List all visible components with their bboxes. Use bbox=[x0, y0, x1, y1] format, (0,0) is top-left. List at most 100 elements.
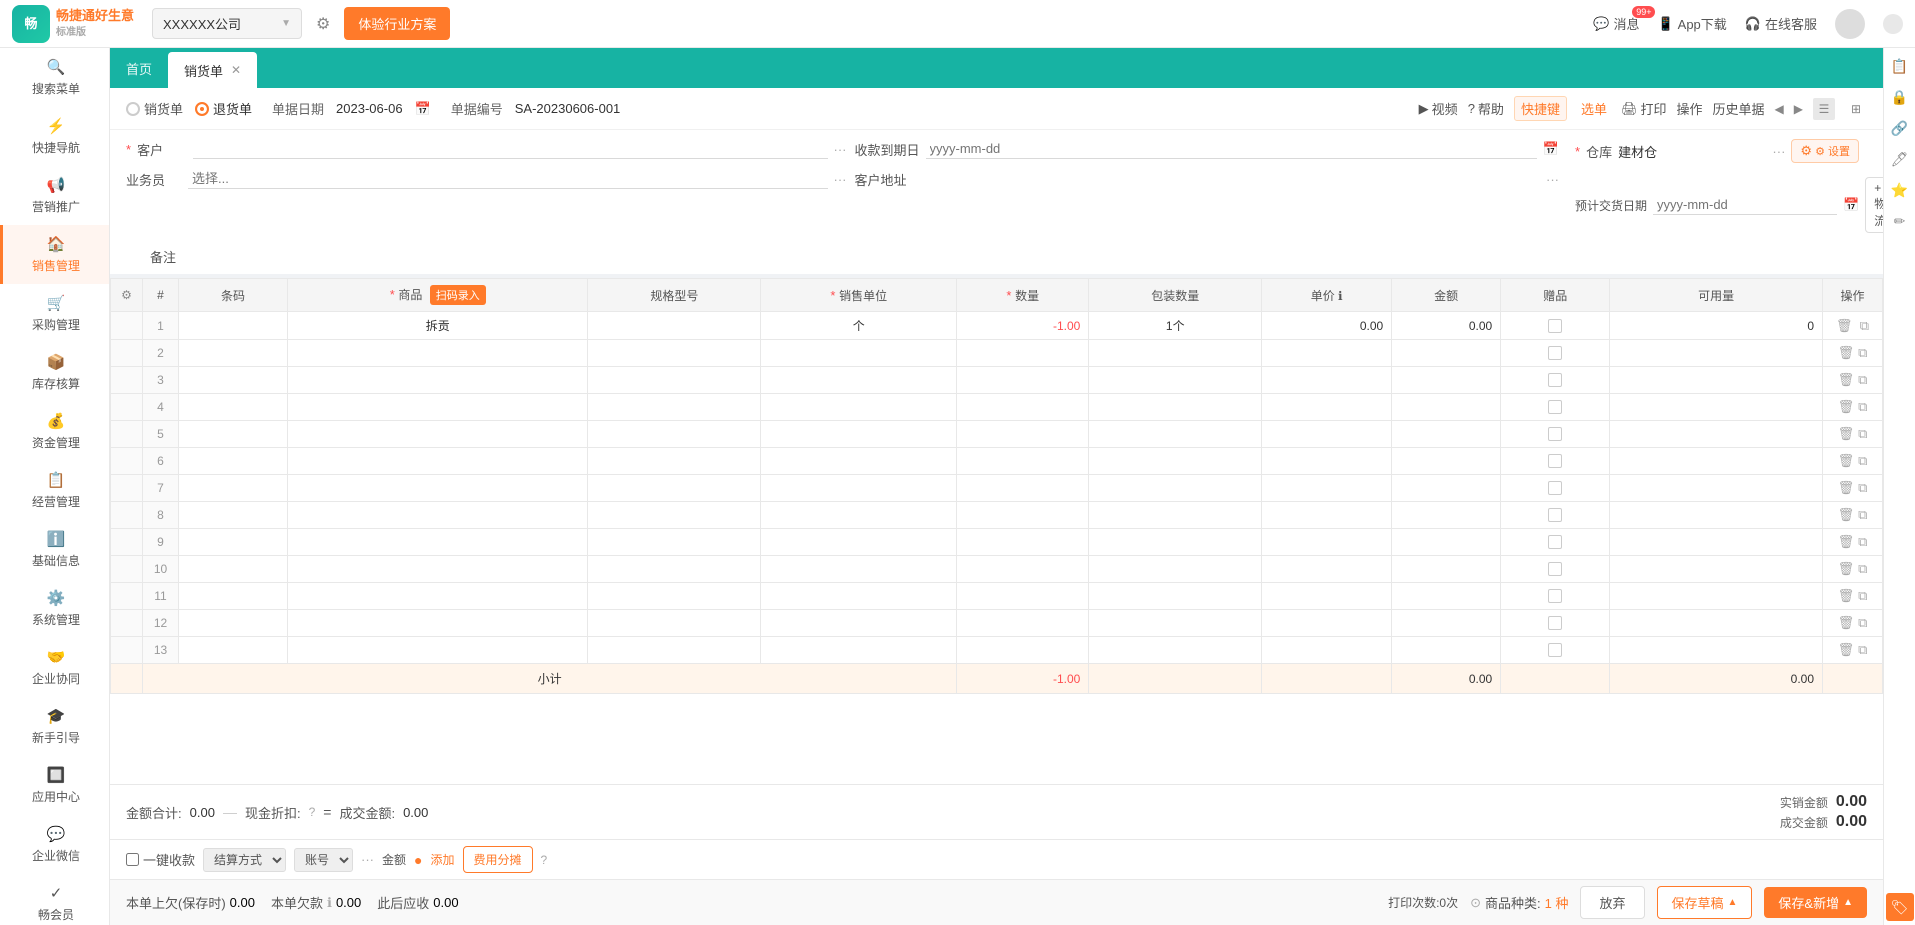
copy-btn[interactable]: ⧉ bbox=[1858, 372, 1867, 387]
delete-btn[interactable]: 🗑 bbox=[1838, 561, 1855, 576]
scan-btn[interactable]: 扫码录入 bbox=[430, 285, 486, 305]
app-download-btn[interactable]: 📱 App下载 bbox=[1657, 14, 1726, 33]
calendar-icon[interactable]: 📅 bbox=[415, 101, 431, 117]
copy-btn[interactable]: ⧉ bbox=[1858, 588, 1867, 603]
copy-btn[interactable]: ⧉ bbox=[1858, 345, 1867, 360]
right-icon-lock[interactable]: 🔒 bbox=[1886, 83, 1914, 111]
company-selector[interactable]: XXXXXX公司 ▼ bbox=[152, 8, 302, 39]
tab-home[interactable]: 首页 bbox=[110, 48, 168, 88]
sidebar-item-basic[interactable]: ℹ️ 基础信息 bbox=[0, 520, 109, 579]
row-product[interactable]: 拆贡 bbox=[288, 312, 588, 340]
delete-btn[interactable]: 🗑 bbox=[1838, 534, 1855, 549]
discard-button[interactable]: 放弃 bbox=[1580, 886, 1644, 919]
trial-button[interactable]: 体验行业方案 bbox=[344, 7, 450, 40]
sidebar-item-management[interactable]: 📋 经营管理 bbox=[0, 461, 109, 520]
customer-dots[interactable]: ··· bbox=[834, 142, 847, 157]
nav-prev-btn[interactable]: ◀ bbox=[1775, 102, 1784, 116]
row-price[interactable]: 0.00 bbox=[1262, 312, 1392, 340]
settings-btn[interactable]: ⚙ ⚙ 设置 bbox=[1791, 139, 1859, 163]
sidebar-item-sales[interactable]: 🏠 销售管理 bbox=[0, 225, 109, 284]
gift-checkbox[interactable] bbox=[1548, 319, 1562, 333]
sidebar-item-marketing[interactable]: 📢 营销推广 bbox=[0, 166, 109, 225]
sidebar-item-collab[interactable]: 🤝 企业协同 bbox=[0, 638, 109, 697]
row-pkg-qty[interactable]: 1个 bbox=[1089, 312, 1262, 340]
select-btn[interactable]: 选单 bbox=[1577, 97, 1611, 120]
settings-icon-btn[interactable]: ⚙ bbox=[312, 10, 334, 38]
nav-next-btn[interactable]: ▶ bbox=[1794, 102, 1803, 116]
message-btn[interactable]: 💬 消息 99+ bbox=[1593, 14, 1639, 33]
print-btn[interactable]: 🖨 打印 bbox=[1621, 99, 1667, 118]
view-list-btn[interactable]: ☰ bbox=[1813, 98, 1835, 120]
account-select[interactable]: 账号 bbox=[294, 848, 353, 872]
delete-btn[interactable]: 🗑 bbox=[1838, 372, 1855, 387]
expense-btn[interactable]: 费用分摊 bbox=[463, 846, 533, 873]
delete-btn[interactable]: 🗑 bbox=[1838, 507, 1855, 522]
delete-btn[interactable]: 🗑 bbox=[1836, 318, 1853, 333]
radio-return[interactable]: 退货单 bbox=[195, 99, 252, 118]
copy-btn[interactable]: ⧉ bbox=[1858, 561, 1867, 576]
customer-addr-input[interactable] bbox=[913, 169, 1540, 189]
logistics-btn[interactable]: + 物流 bbox=[1865, 177, 1883, 233]
copy-btn[interactable]: ⧉ bbox=[1858, 507, 1867, 522]
copy-btn[interactable]: ⧉ bbox=[1860, 318, 1869, 333]
operate-btn[interactable]: 操作 bbox=[1677, 99, 1703, 118]
copy-btn[interactable]: ⧉ bbox=[1858, 642, 1867, 657]
one-click-checkbox[interactable] bbox=[126, 853, 139, 866]
delete-btn[interactable]: 🗑 bbox=[1838, 399, 1855, 414]
row-qty[interactable]: -1.00 bbox=[957, 312, 1089, 340]
delete-btn[interactable]: 🗑 bbox=[1838, 480, 1855, 495]
save-new-button[interactable]: 保存&新增 ▲ bbox=[1764, 887, 1867, 918]
copy-btn[interactable]: ⧉ bbox=[1858, 480, 1867, 495]
sidebar-item-finance[interactable]: 💰 资金管理 bbox=[0, 402, 109, 461]
due-date-input[interactable] bbox=[926, 139, 1537, 159]
tab-close-icon[interactable]: ✕ bbox=[231, 63, 241, 77]
sidebar-item-inventory[interactable]: 📦 库存核算 bbox=[0, 343, 109, 402]
sidebar-item-member[interactable]: ✓ 畅会员 bbox=[0, 874, 109, 925]
copy-btn[interactable]: ⧉ bbox=[1858, 453, 1867, 468]
sidebar-item-purchase[interactable]: 🛒 采购管理 bbox=[0, 284, 109, 343]
copy-btn[interactable]: ⧉ bbox=[1858, 399, 1867, 414]
cash-discount-help[interactable]: ? bbox=[309, 805, 316, 819]
customer-addr-dots[interactable]: ··· bbox=[1546, 172, 1559, 187]
expected-date-input[interactable] bbox=[1653, 195, 1837, 215]
copy-btn[interactable]: ⧉ bbox=[1858, 534, 1867, 549]
account-dots[interactable]: ··· bbox=[361, 852, 374, 867]
sidebar-item-quick[interactable]: ⚡ 快捷导航 bbox=[0, 107, 109, 166]
row-spec[interactable] bbox=[588, 312, 761, 340]
settle-method-select[interactable]: 结算方式 bbox=[203, 848, 286, 872]
radio-sale[interactable]: 销货单 bbox=[126, 99, 183, 118]
right-icon-orange[interactable]: 🏷 bbox=[1886, 893, 1914, 921]
total-owe-info[interactable]: ℹ bbox=[327, 895, 332, 911]
delete-btn[interactable]: 🗑 bbox=[1838, 426, 1855, 441]
right-icon-star[interactable]: ⭐ bbox=[1886, 176, 1914, 204]
right-icon-edit[interactable]: 🖊 bbox=[1886, 145, 1914, 173]
warehouse-dots[interactable]: ··· bbox=[1772, 144, 1785, 159]
due-date-calendar[interactable]: 📅 bbox=[1543, 141, 1559, 157]
sidebar-item-wechat[interactable]: 💬 企业微信 bbox=[0, 815, 109, 874]
one-click-pay[interactable]: 一键收款 bbox=[126, 850, 195, 869]
delete-btn[interactable]: 🗑 bbox=[1838, 642, 1855, 657]
sidebar-item-system[interactable]: ⚙️ 系统管理 bbox=[0, 579, 109, 638]
th-gear[interactable]: ⚙ bbox=[111, 279, 143, 312]
notes-input[interactable] bbox=[182, 246, 1867, 266]
right-icon-clipboard[interactable]: 📋 bbox=[1886, 52, 1914, 80]
sidebar-item-guide[interactable]: 🎓 新手引导 bbox=[0, 697, 109, 756]
row-unit[interactable]: 个 bbox=[761, 312, 957, 340]
right-icon-link[interactable]: 🔗 bbox=[1886, 114, 1914, 142]
view-grid-btn[interactable]: ⊞ bbox=[1845, 98, 1867, 120]
add-btn[interactable]: 添加 bbox=[431, 851, 455, 868]
video-btn[interactable]: ▶ 视频 bbox=[1419, 99, 1458, 118]
avatar-more[interactable] bbox=[1883, 14, 1903, 34]
salesperson-input[interactable] bbox=[188, 169, 828, 189]
delete-btn[interactable]: 🗑 bbox=[1838, 588, 1855, 603]
delete-btn[interactable]: 🗑 bbox=[1838, 345, 1855, 360]
history-btn[interactable]: 历史单据 bbox=[1713, 99, 1765, 118]
customer-input[interactable] bbox=[193, 139, 827, 159]
delete-btn[interactable]: 🗑 bbox=[1838, 615, 1855, 630]
online-service-btn[interactable]: 🎧 在线客服 bbox=[1745, 14, 1817, 33]
row-amount[interactable]: 0.00 bbox=[1392, 312, 1501, 340]
tab-sales[interactable]: 销货单 ✕ bbox=[168, 52, 257, 88]
save-draft-button[interactable]: 保存草稿 ▲ bbox=[1657, 886, 1753, 919]
sidebar-item-apps[interactable]: 🔲 应用中心 bbox=[0, 756, 109, 815]
shortcut-btn[interactable]: 快捷键 bbox=[1514, 96, 1567, 121]
